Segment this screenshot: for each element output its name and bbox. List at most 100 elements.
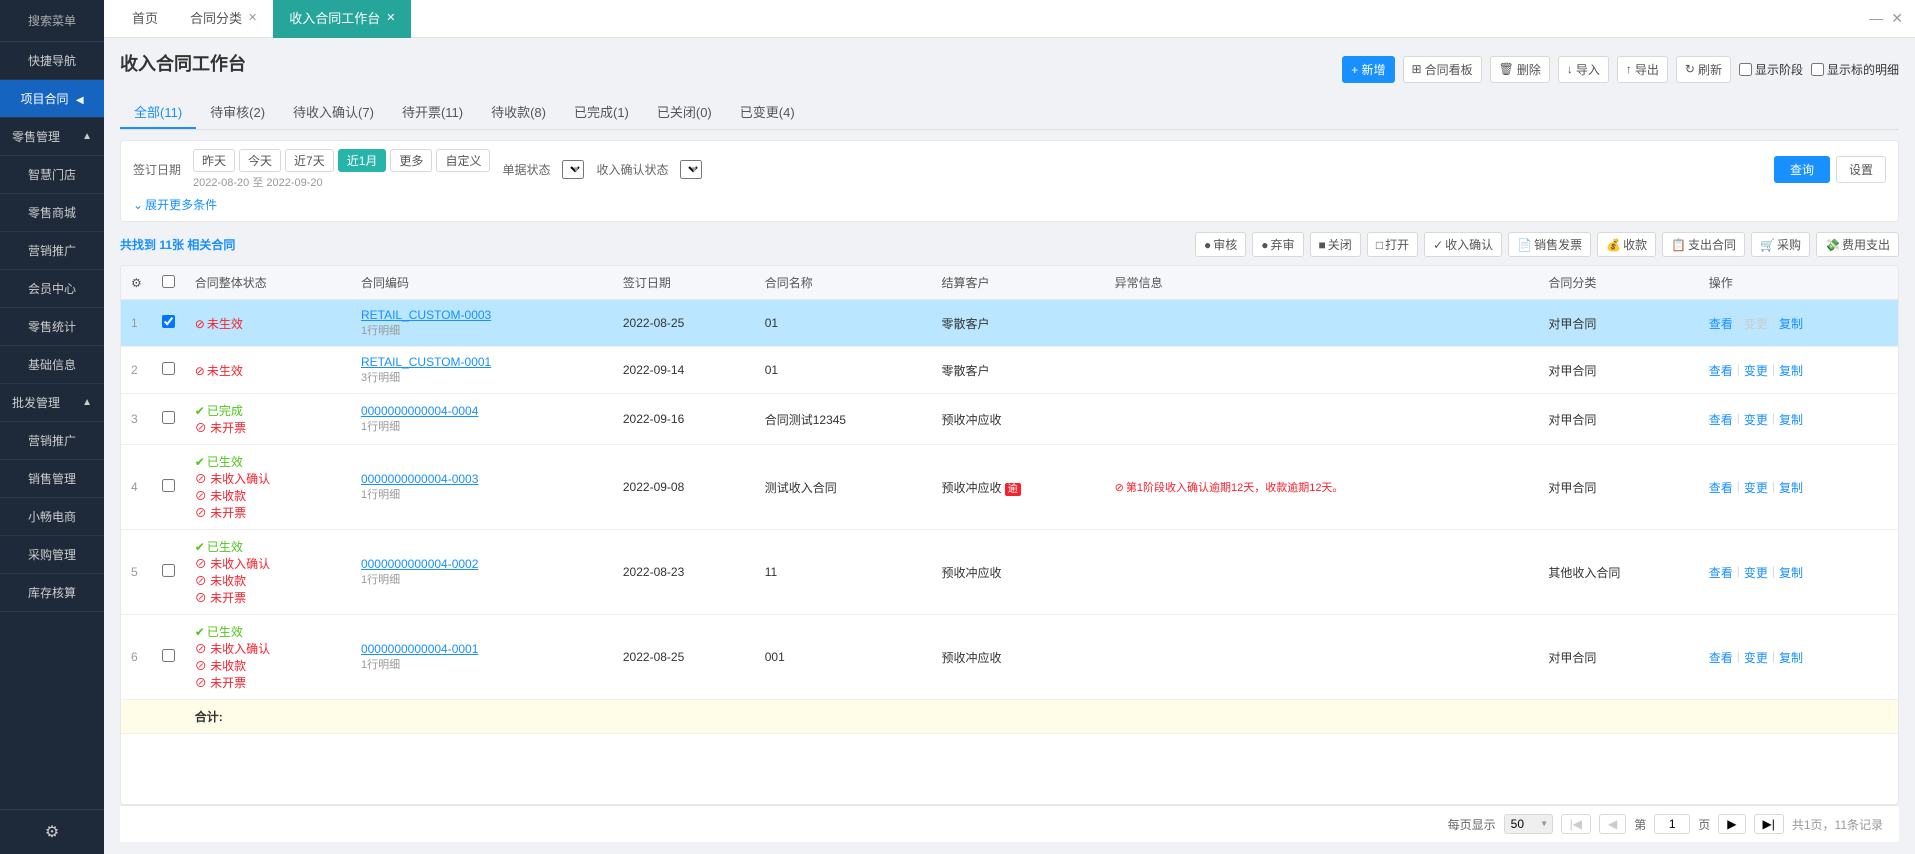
row-checkbox-cell[interactable] (152, 445, 185, 530)
sidebar-item-base-info[interactable]: 基础信息 (0, 346, 104, 384)
sort-contract-name[interactable]: 合同名称 (765, 274, 813, 291)
row-checkbox[interactable] (162, 411, 175, 424)
action-btn-payment[interactable]: 💰 收款 (1597, 232, 1656, 257)
status-tab-pending-payment[interactable]: 待收款(8) (477, 96, 560, 129)
tab-close-contract-type[interactable]: ✕ (248, 11, 257, 24)
row-checkbox[interactable] (162, 564, 175, 577)
contract-code-link[interactable]: 0000000000004-0002 (361, 557, 478, 571)
col-checkbox[interactable] (152, 266, 185, 300)
copy-btn[interactable]: 复制 (1779, 362, 1803, 379)
sort-contract-code[interactable]: 合同编码 (361, 274, 409, 291)
action-btn-sales-invoice[interactable]: 📄 销售发票 (1508, 232, 1591, 257)
row-checkbox-cell[interactable] (152, 300, 185, 347)
sidebar-settings[interactable]: ⚙ (0, 809, 104, 854)
row-checkbox[interactable] (162, 362, 175, 375)
copy-btn[interactable]: 复制 (1779, 315, 1803, 332)
contract-code-link[interactable]: 0000000000004-0004 (361, 404, 478, 418)
sidebar-item-wholesale[interactable]: 批发管理 ▲ (0, 384, 104, 422)
copy-btn[interactable]: 复制 (1779, 649, 1803, 666)
date-btn-more[interactable]: 更多 (390, 149, 432, 172)
action-btn-review[interactable]: ● 审核 (1195, 232, 1246, 257)
col-customer[interactable]: 结算客户 (931, 266, 1104, 300)
sidebar-item-inventory[interactable]: 库存核算 (0, 574, 104, 612)
settings-button[interactable]: 设置 (1836, 156, 1886, 183)
sidebar-item-marketing[interactable]: 营销推广 (0, 232, 104, 270)
date-btn-last7[interactable]: 近7天 (285, 149, 334, 172)
show-marks-checkbox-label[interactable]: 显示标的明细 (1811, 61, 1899, 78)
row-checkbox[interactable] (162, 315, 175, 328)
status-tab-closed[interactable]: 已关闭(0) (643, 96, 726, 129)
income-confirm-select[interactable] (680, 160, 702, 179)
row-checkbox[interactable] (162, 479, 175, 492)
show-marks-checkbox[interactable] (1811, 63, 1824, 76)
status-tab-pending-income-confirm[interactable]: 待收入确认(7) (279, 96, 388, 129)
refresh-button[interactable]: ↻ 刷新 (1676, 56, 1731, 83)
action-btn-abandon-review[interactable]: ● 弃审 (1252, 232, 1303, 257)
prev-page-btn[interactable]: ◀ (1599, 814, 1626, 834)
action-btn-expense[interactable]: 💸 费用支出 (1816, 232, 1899, 257)
tab-home[interactable]: 首页 (116, 0, 174, 38)
show-stages-checkbox[interactable] (1739, 63, 1752, 76)
sort-category[interactable]: 合同分类 (1548, 274, 1596, 291)
tab-contract-type[interactable]: 合同分类 ✕ (174, 0, 273, 38)
minimize-icon[interactable]: — (1869, 10, 1883, 27)
row-checkbox-cell[interactable] (152, 530, 185, 615)
contract-code-link[interactable]: RETAIL_CUSTOM-0001 (361, 355, 491, 369)
view-btn[interactable]: 查看 (1709, 649, 1733, 666)
view-btn[interactable]: 查看 (1709, 479, 1733, 496)
contract-code-link[interactable]: 0000000000004-0003 (361, 472, 478, 486)
last-page-btn[interactable]: ▶| (1754, 814, 1784, 834)
copy-btn[interactable]: 复制 (1779, 564, 1803, 581)
query-button[interactable]: 查询 (1774, 156, 1830, 183)
sort-contract-status[interactable]: 合同整体状态 (195, 274, 267, 291)
tab-close-income-contract[interactable]: ✕ (386, 11, 395, 24)
view-btn[interactable]: 查看 (1709, 411, 1733, 428)
sidebar-item-smart-store[interactable]: 智慧门店 (0, 156, 104, 194)
sort-abnormal[interactable]: 异常信息 (1115, 274, 1163, 291)
new-button[interactable]: + 新增 (1342, 56, 1394, 83)
expand-filter-btn[interactable]: ⌄ 展开更多条件 (133, 196, 1886, 213)
status-tab-all[interactable]: 全部(11) (120, 96, 196, 129)
edit-btn[interactable]: 变更 (1744, 362, 1768, 379)
delete-button[interactable]: 🗑 删除 (1490, 56, 1550, 83)
edit-btn[interactable]: 变更 (1744, 479, 1768, 496)
contract-board-button[interactable]: ⊞ 合同看板 (1403, 56, 1482, 83)
doc-status-select[interactable] (562, 160, 584, 179)
sidebar-item-retail-mall[interactable]: 零售商城 (0, 194, 104, 232)
col-contract-status[interactable]: 合同整体状态 (185, 266, 351, 300)
page-size-select[interactable]: 10 20 50 100 (1504, 814, 1553, 834)
sidebar-item-retail-stats[interactable]: 零售统计 (0, 308, 104, 346)
contract-code-link[interactable]: RETAIL_CUSTOM-0003 (361, 308, 491, 322)
sidebar-item-sales[interactable]: 销售管理 (0, 460, 104, 498)
next-page-btn[interactable]: ▶ (1718, 814, 1745, 834)
status-tab-pending-review[interactable]: 待审核(2) (196, 96, 279, 129)
first-page-btn[interactable]: |◀ (1561, 814, 1591, 834)
col-sign-date[interactable]: 签订日期 (613, 266, 755, 300)
sidebar-search[interactable]: 搜索菜单 (0, 0, 104, 42)
sidebar-item-retail[interactable]: 零售管理 ▲ (0, 118, 104, 156)
contract-code-link[interactable]: 0000000000004-0001 (361, 642, 478, 656)
date-btn-yesterday[interactable]: 昨天 (193, 149, 235, 172)
date-btn-custom[interactable]: 自定义 (436, 149, 490, 172)
select-all-checkbox[interactable] (162, 275, 175, 288)
sidebar-item-member[interactable]: 会员中心 (0, 270, 104, 308)
row-checkbox[interactable] (162, 649, 175, 662)
page-input[interactable] (1654, 814, 1690, 834)
tab-income-contract[interactable]: 收入合同工作台 ✕ (273, 0, 411, 38)
show-stages-checkbox-label[interactable]: 显示阶段 (1739, 61, 1803, 78)
status-tab-changed[interactable]: 已变更(4) (726, 96, 809, 129)
action-btn-open[interactable]: □ 打开 (1367, 232, 1418, 257)
export-button[interactable]: ↑ 导出 (1617, 56, 1668, 83)
date-btn-last1month[interactable]: 近1月 (338, 149, 387, 172)
view-btn[interactable]: 查看 (1709, 315, 1733, 332)
edit-btn[interactable]: 变更 (1744, 411, 1768, 428)
copy-btn[interactable]: 复制 (1779, 479, 1803, 496)
sidebar-item-project[interactable]: 项目合同 ◀ (0, 80, 104, 118)
edit-btn[interactable]: 变更 (1744, 564, 1768, 581)
copy-btn[interactable]: 复制 (1779, 411, 1803, 428)
row-checkbox-cell[interactable] (152, 347, 185, 394)
view-btn[interactable]: 查看 (1709, 362, 1733, 379)
sidebar-item-ecommerce[interactable]: 小畅电商 (0, 498, 104, 536)
row-checkbox-cell[interactable] (152, 394, 185, 445)
sort-sign-date[interactable]: 签订日期 (623, 274, 671, 291)
